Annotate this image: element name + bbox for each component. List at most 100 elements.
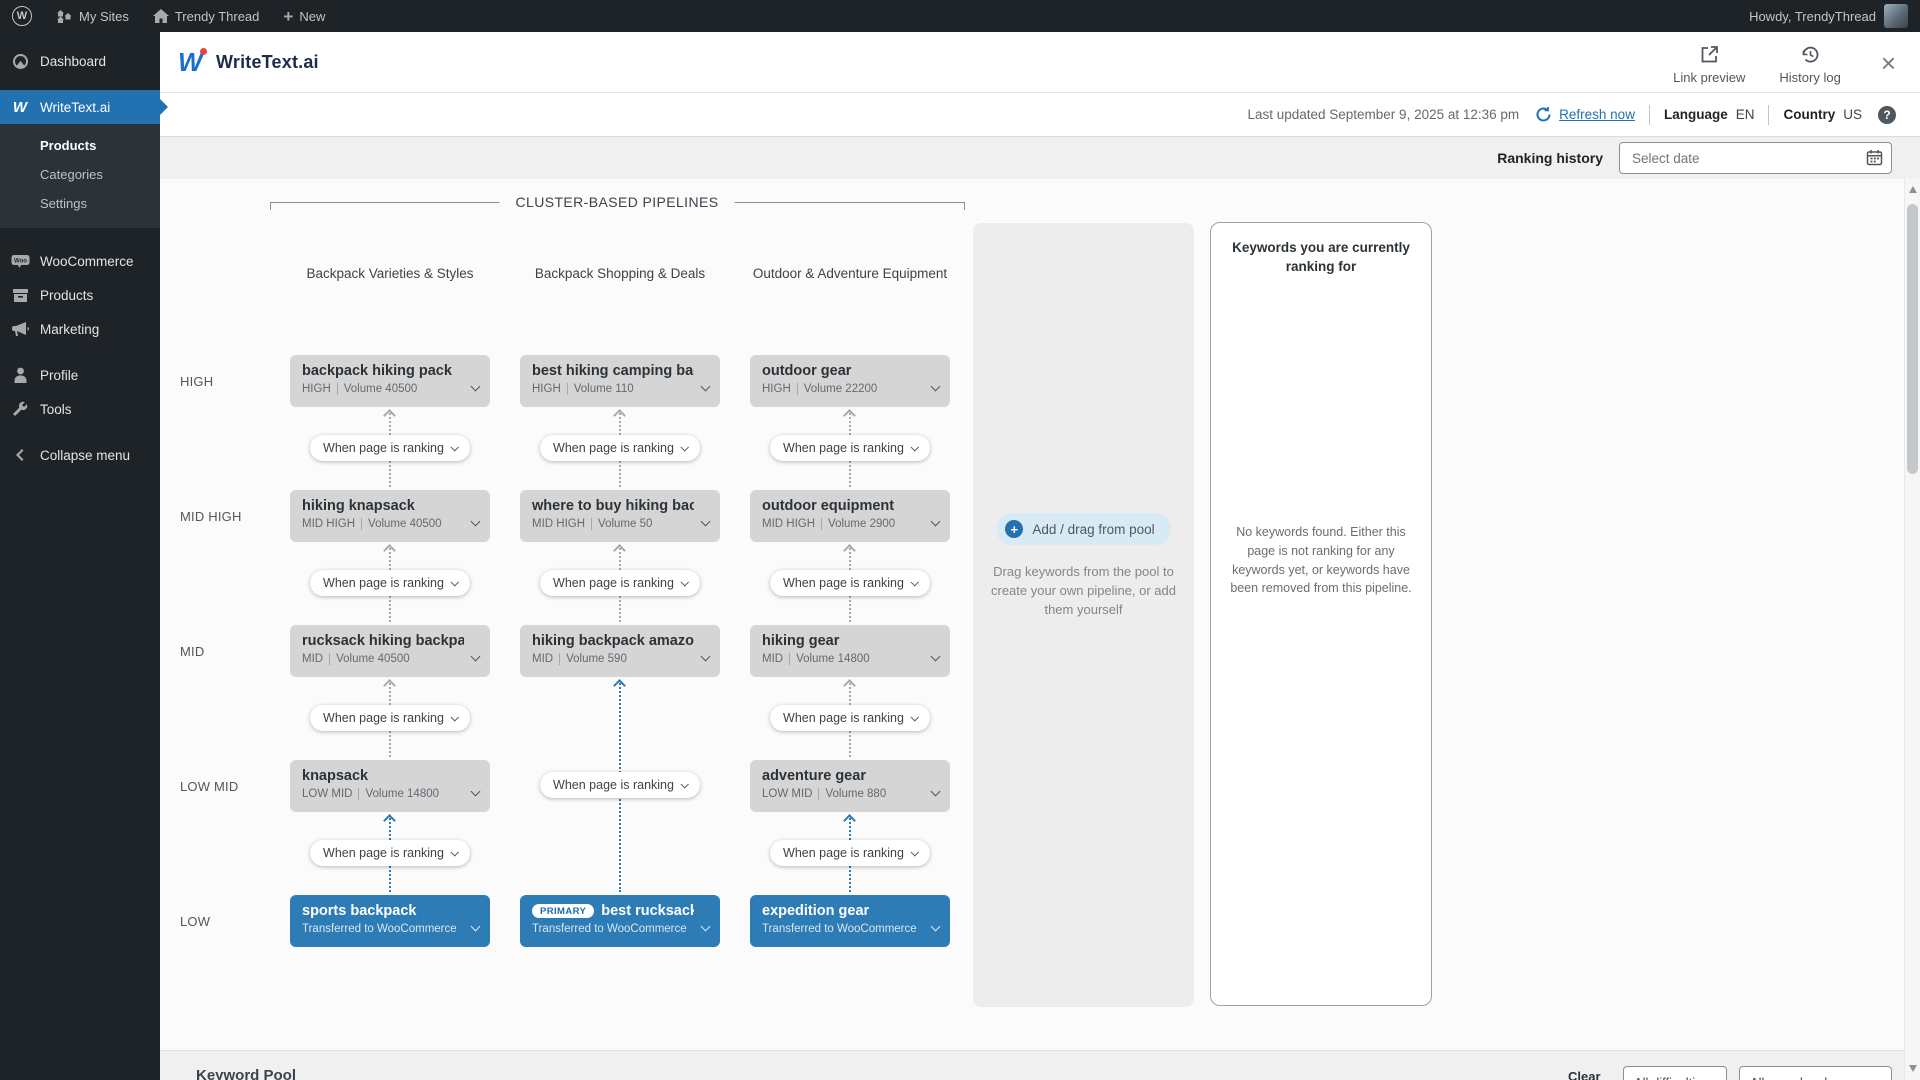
- sidebar-item-profile[interactable]: Profile: [0, 358, 160, 392]
- keyword-card[interactable]: knapsack LOW MID Volume 14800: [290, 760, 490, 812]
- arrow-up-icon: [843, 679, 856, 692]
- scrollbar-thumb[interactable]: [1907, 204, 1918, 474]
- link-preview-button[interactable]: Link preview: [1673, 41, 1745, 85]
- divider: [1768, 104, 1770, 125]
- add-drag-from-pool-button[interactable]: + Add / drag from pool: [996, 513, 1171, 545]
- chevron-down-icon[interactable]: [930, 786, 941, 797]
- keyword-title: hiking knapsack: [302, 498, 415, 514]
- calendar-icon[interactable]: [1866, 149, 1883, 171]
- keyword-card[interactable]: outdoor gear HIGH Volume 22200: [750, 355, 950, 407]
- when-ranking-dropdown[interactable]: When page is ranking: [310, 839, 470, 866]
- cluster-section-title: CLUSTER-BASED PIPELINES: [499, 194, 735, 211]
- chevron-down-icon[interactable]: [930, 651, 941, 662]
- chevron-down-icon[interactable]: [700, 516, 711, 527]
- country-value[interactable]: US: [1843, 107, 1862, 122]
- clear-filters-button[interactable]: Clear: [1568, 1069, 1601, 1080]
- chevron-down-icon[interactable]: [700, 651, 711, 662]
- when-ranking-dropdown[interactable]: When page is ranking: [310, 569, 470, 596]
- chevron-down-icon[interactable]: [470, 786, 481, 797]
- sidebar-item-marketing[interactable]: Marketing: [0, 312, 160, 346]
- howdy-label: Howdy, TrendyThread: [1749, 8, 1876, 24]
- chevron-down-icon[interactable]: [700, 921, 711, 932]
- keyword-card[interactable]: hiking knapsack MID HIGH Volume 40500: [290, 490, 490, 542]
- chevron-down-icon[interactable]: [930, 381, 941, 392]
- profile-icon: [10, 367, 30, 383]
- chevron-down-icon[interactable]: [930, 516, 941, 527]
- sidebar-item-products[interactable]: Products: [0, 278, 160, 312]
- keyword-meta: MID HIGH Volume 50: [532, 518, 653, 530]
- sidebar-item-dashboard[interactable]: Dashboard: [0, 44, 160, 78]
- site-menu[interactable]: Trendy Thread: [141, 0, 272, 32]
- refresh-icon[interactable]: [1535, 106, 1552, 123]
- keyword-title: hiking gear: [762, 633, 840, 649]
- history-log-button[interactable]: History log: [1779, 41, 1841, 85]
- when-ranking-dropdown[interactable]: When page is ranking: [770, 704, 930, 731]
- scroll-up-arrow[interactable]: [1909, 186, 1917, 193]
- current-ranking-panel: Keywords you are currently ranking for N…: [1210, 222, 1432, 1006]
- sidebar-item-woocommerce[interactable]: Woo WooCommerce: [0, 244, 160, 278]
- sidebar-item-tools[interactable]: Tools: [0, 392, 160, 426]
- arrow-up-icon: [383, 814, 396, 827]
- keyword-title: sports backpack: [302, 903, 417, 919]
- my-sites-menu[interactable]: My Sites: [44, 0, 141, 32]
- sidebar-item-label: Collapse menu: [40, 447, 131, 463]
- submenu-item-products[interactable]: Products: [0, 131, 160, 160]
- submenu-item-settings[interactable]: Settings: [0, 189, 160, 218]
- chevron-down-icon[interactable]: [930, 921, 941, 932]
- when-ranking-dropdown[interactable]: When page is ranking: [310, 434, 470, 461]
- keyword-pool-title: Keyword Pool: [196, 1067, 297, 1080]
- tier-row-label: LOW MID: [180, 779, 239, 794]
- sidebar-item-label: Dashboard: [40, 53, 107, 69]
- keyword-card[interactable]: hiking gear MID Volume 14800: [750, 625, 950, 677]
- refresh-now-link[interactable]: Refresh now: [1559, 107, 1635, 122]
- admin-bar-left: W My Sites Trendy Thread + New: [0, 0, 337, 32]
- search-volume-filter-select[interactable]: All search volumes: [1739, 1066, 1892, 1080]
- when-ranking-dropdown[interactable]: When page is ranking: [540, 772, 700, 798]
- keyword-card[interactable]: expedition gear Transferred to WooCommerc…: [750, 895, 950, 947]
- new-content-menu[interactable]: + New: [271, 0, 337, 32]
- submenu-item-categories[interactable]: Categories: [0, 160, 160, 189]
- keyword-card[interactable]: where to buy hiking backp... MID HIGHVolu…: [520, 490, 720, 542]
- keyword-title: where to buy hiking backp...: [532, 498, 694, 514]
- when-ranking-dropdown[interactable]: When page is ranking: [770, 569, 930, 596]
- divider: [1648, 104, 1650, 125]
- when-ranking-dropdown[interactable]: When page is ranking: [770, 434, 930, 461]
- scroll-down-arrow[interactable]: [1909, 1065, 1917, 1072]
- admin-bar-account[interactable]: Howdy, TrendyThread: [1743, 0, 1914, 32]
- chevron-down-icon: [910, 442, 919, 452]
- chevron-down-icon[interactable]: [700, 381, 711, 392]
- when-ranking-dropdown[interactable]: When page is ranking: [310, 704, 470, 731]
- keyword-card[interactable]: adventure gear LOW MID Volume 880: [750, 760, 950, 812]
- when-ranking-label: When page is ranking: [783, 575, 904, 590]
- chevron-down-icon[interactable]: [470, 921, 481, 932]
- when-ranking-dropdown[interactable]: When page is ranking: [540, 569, 700, 596]
- close-icon[interactable]: ×: [1881, 50, 1896, 76]
- arrow-up-icon: [843, 409, 856, 422]
- help-icon[interactable]: ?: [1878, 105, 1896, 124]
- wp-sidebar-menu: Dashboard W WriteText.ai Products Catego…: [0, 32, 160, 1080]
- vertical-scrollbar[interactable]: [1904, 178, 1920, 1080]
- current-ranking-title: Keywords you are currently ranking for: [1232, 240, 1410, 274]
- keyword-card[interactable]: PRIMARYbest rucksack for ... Transferred …: [520, 895, 720, 947]
- keyword-card[interactable]: outdoor equipment MID HIGH Volume 2900: [750, 490, 950, 542]
- chevron-down-icon[interactable]: [470, 651, 481, 662]
- writetext-submenu: Products Categories Settings: [0, 124, 160, 228]
- keyword-card[interactable]: rucksack hiking backpack MID Volume 40500: [290, 625, 490, 677]
- keyword-card[interactable]: hiking backpack amazon MID Volume 590: [520, 625, 720, 677]
- sidebar-item-writetext[interactable]: W WriteText.ai: [0, 90, 160, 124]
- language-value[interactable]: EN: [1736, 107, 1755, 122]
- difficulty-filter-select[interactable]: All difficulties: [1623, 1066, 1727, 1080]
- keyword-title: backpack hiking pack: [302, 363, 452, 379]
- wp-logo-menu[interactable]: W: [0, 0, 44, 32]
- keyword-card[interactable]: sports backpack Transferred to WooCommerc…: [290, 895, 490, 947]
- chevron-down-icon[interactable]: [470, 381, 481, 392]
- sidebar-item-collapse[interactable]: Collapse menu: [0, 438, 160, 472]
- tier-row-label: MID HIGH: [180, 509, 242, 524]
- keyword-card[interactable]: best hiking camping back... HIGHVolume 11…: [520, 355, 720, 407]
- select-date-input[interactable]: [1619, 142, 1892, 174]
- keyword-card[interactable]: backpack hiking pack HIGH Volume 40500: [290, 355, 490, 407]
- when-ranking-dropdown[interactable]: When page is ranking: [770, 839, 930, 866]
- chevron-down-icon[interactable]: [470, 516, 481, 527]
- when-ranking-dropdown[interactable]: When page is ranking: [540, 434, 700, 461]
- keyword-meta: MID Volume 14800: [762, 653, 870, 665]
